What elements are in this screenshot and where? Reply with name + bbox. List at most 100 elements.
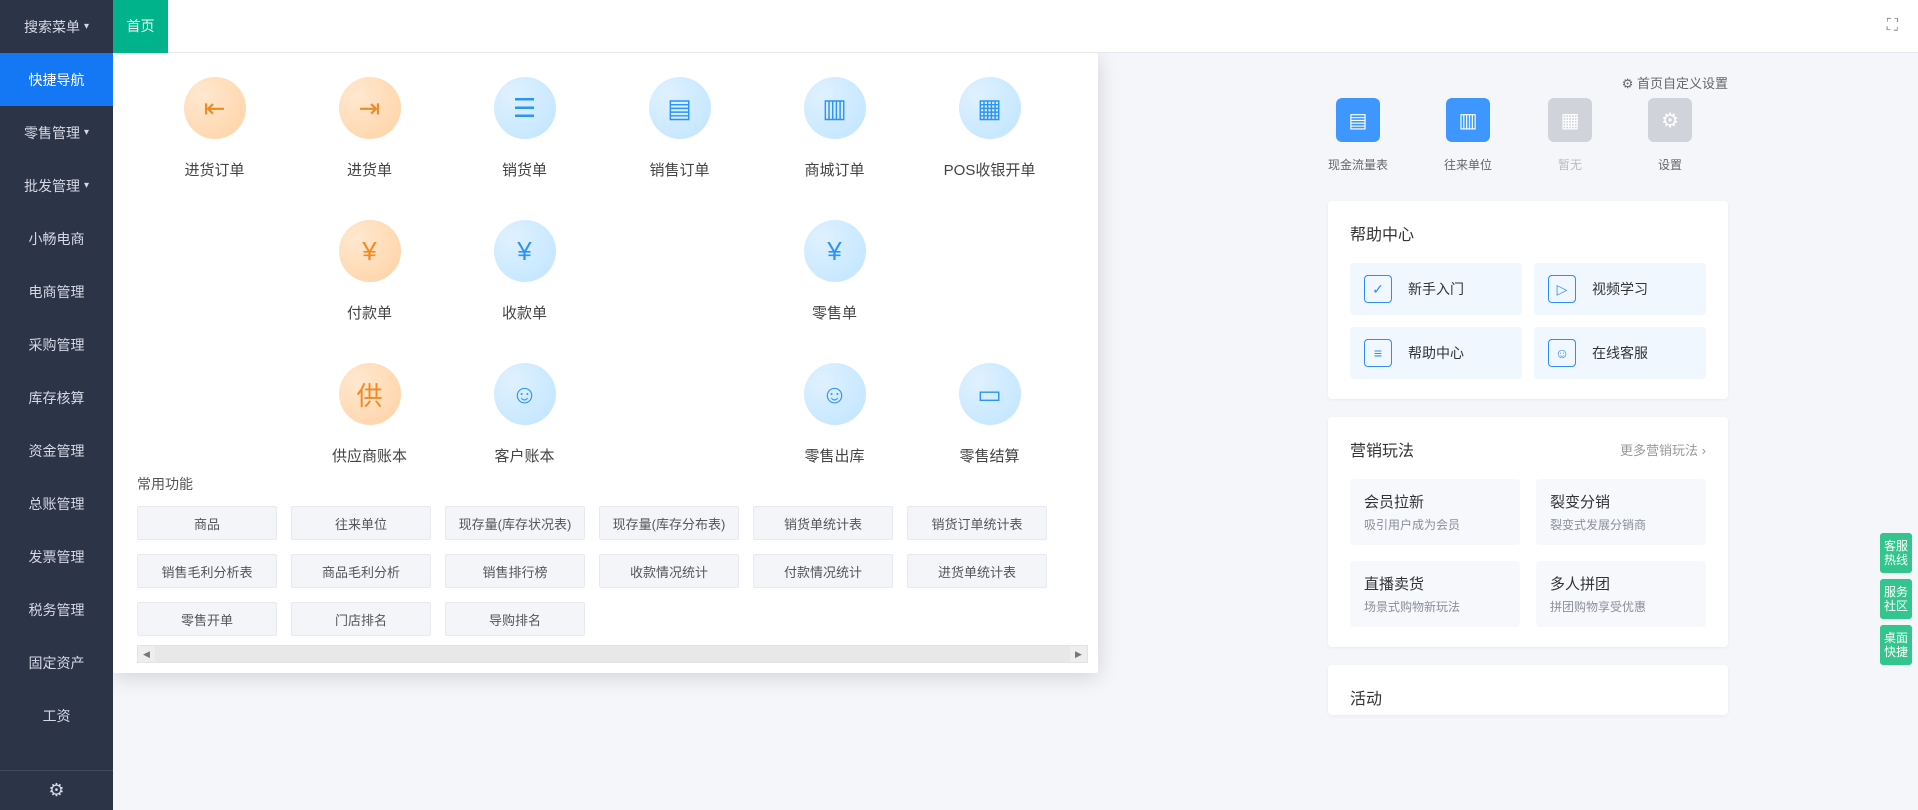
top-icon-row: ▤现金流量表 ▥往来单位 ▦暂无 ⚙设置: [1328, 98, 1728, 173]
sidebar-item-inventory[interactable]: 库存核算: [0, 371, 113, 424]
sidebar-item-wholesale[interactable]: 批发管理 ▾: [0, 159, 113, 212]
sidebar-item-label: 批发管理: [24, 176, 80, 196]
node-retail-settle[interactable]: ▭零售结算: [912, 363, 1067, 466]
sidebar-item-tax[interactable]: 税务管理: [0, 583, 113, 636]
fn-retail-open[interactable]: 零售开单: [137, 602, 277, 636]
top-icon-empty[interactable]: ▦暂无: [1548, 98, 1592, 173]
node-mall-order[interactable]: ▥商城订单: [757, 77, 912, 180]
fn-sales-bill-stat[interactable]: 销货单统计表: [753, 506, 893, 540]
sidebar-item-invoice[interactable]: 发票管理: [0, 530, 113, 583]
node-retail-bill[interactable]: ¥零售单: [757, 220, 912, 323]
chevron-down-icon: ▾: [84, 180, 89, 191]
marketing-title: 营销玩法: [1350, 437, 1414, 461]
mkt-live[interactable]: 直播卖货场景式购物新玩法: [1350, 561, 1520, 627]
sidebar: 搜索菜单 ▾ 快捷导航 零售管理▾ 批发管理 ▾ 小畅电商 电商管理 采购管理 库存…: [0, 0, 113, 810]
help-center[interactable]: ≡帮助中心: [1350, 327, 1522, 379]
node-purchase-bill[interactable]: ⇥进货单: [292, 77, 447, 180]
fn-product-gross[interactable]: 商品毛利分析: [291, 554, 431, 588]
common-functions-grid: 商品 往来单位 现存量(库存状况表) 现存量(库存分布表) 销货单统计表 销货订…: [137, 506, 1088, 636]
money-icon: ¥: [827, 236, 841, 267]
tab-label: 首页: [127, 16, 155, 36]
sidebar-item-funds[interactable]: 资金管理: [0, 424, 113, 477]
sidebar-item-ecommerce[interactable]: 电商管理: [0, 265, 113, 318]
sidebar-item-search[interactable]: 搜索菜单 ▾: [0, 0, 113, 53]
top-icon-settings[interactable]: ⚙设置: [1648, 98, 1692, 173]
doc-icon: ▦: [977, 93, 1002, 124]
mkt-fission[interactable]: 裂变分销裂变式发展分销商: [1536, 479, 1706, 545]
fn-receipt-stat[interactable]: 收款情况统计: [599, 554, 739, 588]
sidebar-item-ledger[interactable]: 总账管理: [0, 477, 113, 530]
fn-contacts[interactable]: 往来单位: [291, 506, 431, 540]
sidebar-item-label: 总账管理: [29, 494, 85, 514]
float-hotline[interactable]: 客服热线: [1880, 533, 1912, 573]
fullscreen-icon[interactable]: ⛶: [1887, 17, 1898, 35]
node-customer-ledger[interactable]: ☺客户账本: [447, 363, 602, 466]
help-newbie[interactable]: ✓新手入门: [1350, 263, 1522, 315]
fn-payment-stat[interactable]: 付款情况统计: [753, 554, 893, 588]
tab-home[interactable]: 首页: [113, 0, 168, 53]
doc-in-icon: ⇤: [204, 93, 226, 124]
fn-sales-gross[interactable]: 销售毛利分析表: [137, 554, 277, 588]
fn-purchase-stat[interactable]: 进货单统计表: [907, 554, 1047, 588]
sidebar-item-label: 工资: [43, 706, 71, 726]
fn-stock-dist[interactable]: 现存量(库存分布表): [599, 506, 739, 540]
customer-icon: ☺: [511, 379, 538, 410]
money-icon: ¥: [362, 236, 376, 267]
node-payment[interactable]: ¥付款单: [292, 220, 447, 323]
help-video[interactable]: ▷视频学习: [1534, 263, 1706, 315]
node-pos-bill[interactable]: ▦POS收银开单: [912, 77, 1067, 180]
fn-stock-status[interactable]: 现存量(库存状况表): [445, 506, 585, 540]
main-area: ⇤进货订单 ⇥进货单 ☰销货单 ▤销售订单 ▥商城订单 ▦POS收银开单 ¥付款…: [113, 53, 1918, 810]
help-title: 帮助中心: [1350, 221, 1414, 245]
top-icon-cashflow[interactable]: ▤现金流量表: [1328, 98, 1388, 173]
node-sales-order[interactable]: ▤销售订单: [602, 77, 757, 180]
node-purchase-order[interactable]: ⇤进货订单: [137, 77, 292, 180]
sidebar-settings[interactable]: ⚙: [0, 770, 113, 810]
marketing-card: 营销玩法 更多营销玩法 › 会员拉新吸引用户成为会员 裂变分销裂变式发展分销商 …: [1328, 417, 1728, 647]
fn-product[interactable]: 商品: [137, 506, 277, 540]
fn-sales-rank[interactable]: 销售排行榜: [445, 554, 585, 588]
marketing-more-link[interactable]: 更多营销玩法 ›: [1620, 440, 1706, 459]
help-support[interactable]: ☺在线客服: [1534, 327, 1706, 379]
mkt-group[interactable]: 多人拼团拼团购物享受优惠: [1536, 561, 1706, 627]
headset-icon: ☺: [1548, 339, 1576, 367]
gear-icon: ⚙: [48, 780, 64, 801]
scroll-track[interactable]: [155, 646, 1070, 662]
sidebar-item-label: 资金管理: [29, 441, 85, 461]
flow-grid: ⇤进货订单 ⇥进货单 ☰销货单 ▤销售订单 ▥商城订单 ▦POS收银开单 ¥付款…: [137, 77, 1088, 466]
check-icon: ✓: [1364, 275, 1392, 303]
float-community[interactable]: 服务社区: [1880, 579, 1912, 619]
scroll-left-icon[interactable]: ◀: [138, 646, 155, 662]
float-desktop[interactable]: 桌面快捷: [1880, 625, 1912, 665]
horizontal-scrollbar[interactable]: ◀ ▶: [137, 645, 1088, 663]
fn-sales-order-stat[interactable]: 销货订单统计表: [907, 506, 1047, 540]
mkt-member[interactable]: 会员拉新吸引用户成为会员: [1350, 479, 1520, 545]
sidebar-item-xiaochang[interactable]: 小畅电商: [0, 212, 113, 265]
sidebar-item-label: 采购管理: [29, 335, 85, 355]
node-retail-out[interactable]: ☺零售出库: [757, 363, 912, 466]
sidebar-item-label: 库存核算: [29, 388, 85, 408]
gear-icon: ⚙: [1661, 108, 1679, 133]
sidebar-item-salary[interactable]: 工资: [0, 689, 113, 742]
scroll-right-icon[interactable]: ▶: [1070, 646, 1087, 662]
top-icon-contacts[interactable]: ▥往来单位: [1444, 98, 1492, 173]
custom-settings-link[interactable]: ⚙ 首页自定义设置: [1328, 73, 1728, 92]
activity-card: 活动: [1328, 665, 1728, 715]
node-receipt[interactable]: ¥收款单: [447, 220, 602, 323]
node-sales-bill[interactable]: ☰销货单: [447, 77, 602, 180]
fn-guide-rank[interactable]: 导购排名: [445, 602, 585, 636]
sidebar-item-retail[interactable]: 零售管理▾: [0, 106, 113, 159]
sidebar-item-quicknav[interactable]: 快捷导航: [0, 53, 113, 106]
sidebar-item-assets[interactable]: 固定资产: [0, 636, 113, 689]
report-icon: ▤: [1349, 108, 1368, 133]
chevron-down-icon: ▾: [84, 127, 89, 138]
play-icon: ▷: [1548, 275, 1576, 303]
sidebar-item-purchase[interactable]: 采购管理: [0, 318, 113, 371]
node-supplier-ledger[interactable]: 供供应商账本: [292, 363, 447, 466]
fn-store-rank[interactable]: 门店排名: [291, 602, 431, 636]
doc-icon: ▥: [822, 93, 847, 124]
sidebar-item-label: 小畅电商: [29, 229, 85, 249]
activity-title: 活动: [1350, 691, 1382, 708]
chevron-down-icon: ▾: [84, 21, 89, 32]
sidebar-item-label: 搜索菜单: [24, 17, 80, 37]
